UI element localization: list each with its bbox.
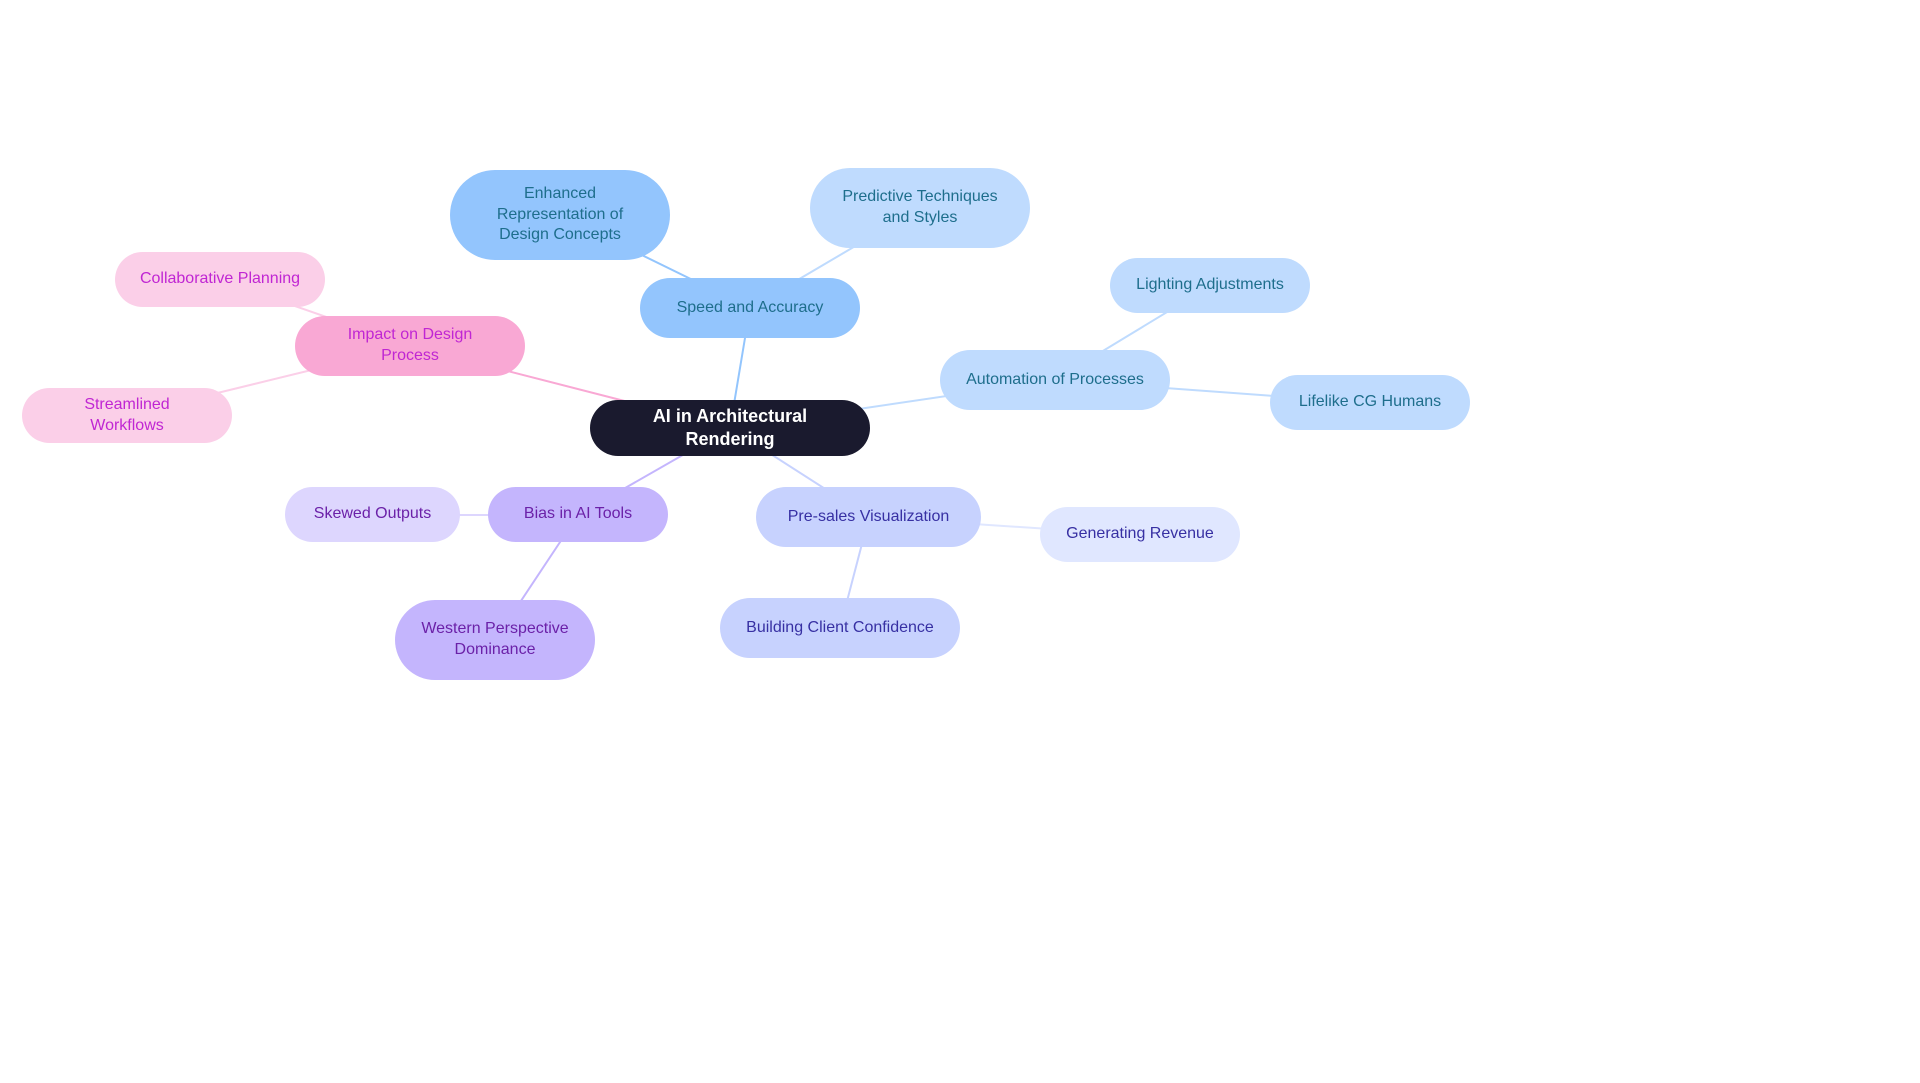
building-client-confidence-label: Building Client Confidence: [746, 618, 934, 639]
speed-accuracy-label: Speed and Accuracy: [677, 298, 824, 319]
collaborative-planning-label: Collaborative Planning: [140, 269, 300, 290]
enhanced-representation-label: Enhanced Representation of Design Concep…: [474, 184, 646, 246]
lifelike-cg-label: Lifelike CG Humans: [1299, 392, 1441, 413]
generating-revenue-node: Generating Revenue: [1040, 507, 1240, 562]
skewed-outputs-node: Skewed Outputs: [285, 487, 460, 542]
building-client-confidence-node: Building Client Confidence: [720, 598, 960, 658]
western-perspective-label: Western Perspective Dominance: [419, 619, 571, 661]
enhanced-representation-node: Enhanced Representation of Design Concep…: [450, 170, 670, 260]
generating-revenue-label: Generating Revenue: [1066, 524, 1214, 545]
automation-node: Automation of Processes: [940, 350, 1170, 410]
predictive-techniques-label: Predictive Techniques and Styles: [834, 187, 1006, 229]
streamlined-workflows-node: Streamlined Workflows: [22, 388, 232, 443]
collaborative-planning-node: Collaborative Planning: [115, 252, 325, 307]
streamlined-workflows-label: Streamlined Workflows: [46, 395, 208, 437]
impact-design-label: Impact on Design Process: [319, 325, 501, 367]
speed-accuracy-node: Speed and Accuracy: [640, 278, 860, 338]
bias-ai-tools-label: Bias in AI Tools: [524, 504, 632, 525]
lighting-adjustments-label: Lighting Adjustments: [1136, 275, 1284, 296]
bias-ai-tools-node: Bias in AI Tools: [488, 487, 668, 542]
center-node: AI in Architectural Rendering: [590, 400, 870, 456]
lighting-adjustments-node: Lighting Adjustments: [1110, 258, 1310, 313]
lifelike-cg-node: Lifelike CG Humans: [1270, 375, 1470, 430]
center-label: AI in Architectural Rendering: [630, 405, 830, 452]
western-perspective-node: Western Perspective Dominance: [395, 600, 595, 680]
presales-visualization-node: Pre-sales Visualization: [756, 487, 981, 547]
presales-visualization-label: Pre-sales Visualization: [788, 507, 950, 528]
impact-design-node: Impact on Design Process: [295, 316, 525, 376]
automation-label: Automation of Processes: [966, 370, 1144, 391]
predictive-techniques-node: Predictive Techniques and Styles: [810, 168, 1030, 248]
skewed-outputs-label: Skewed Outputs: [314, 504, 431, 525]
